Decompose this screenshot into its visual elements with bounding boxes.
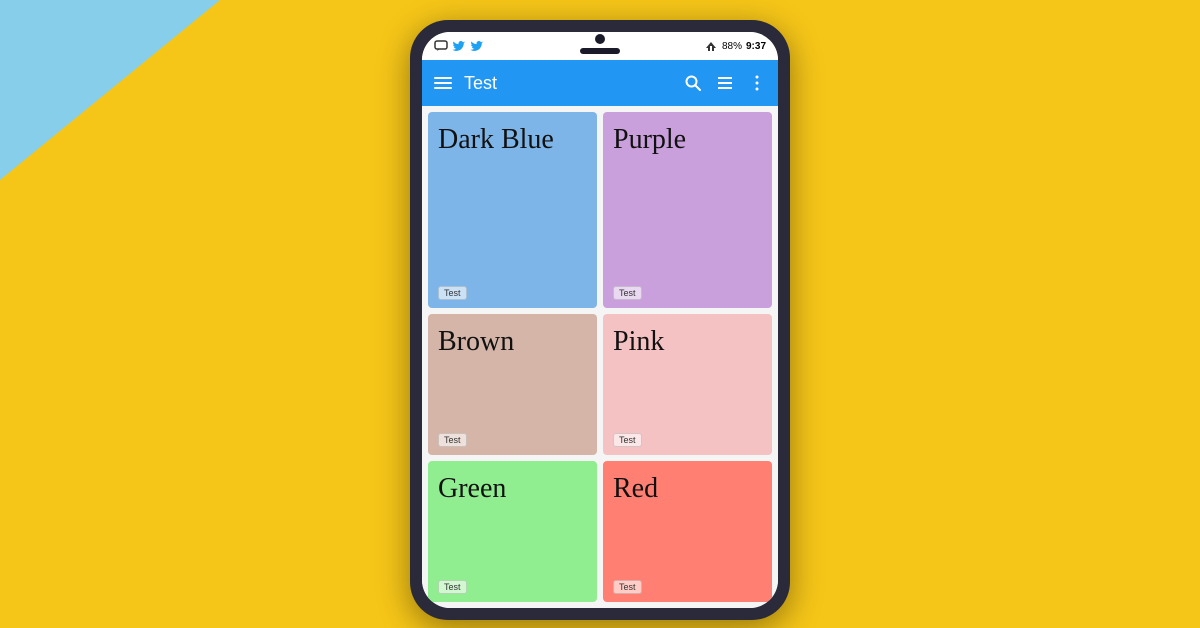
card-red-title: Red bbox=[613, 473, 762, 505]
card-dark-blue-title: Dark Blue bbox=[438, 124, 587, 156]
status-right-icons: 88% 9:37 bbox=[704, 40, 766, 52]
phone-screen: 88% 9:37 Test bbox=[422, 32, 778, 608]
card-purple-badge: Test bbox=[613, 286, 642, 300]
more-icon[interactable] bbox=[748, 74, 766, 92]
card-pink-title: Pink bbox=[613, 326, 762, 358]
app-bar: Test bbox=[422, 60, 778, 106]
card-brown-title: Brown bbox=[438, 326, 587, 358]
chat-icon bbox=[434, 40, 448, 52]
card-green[interactable]: Green Test bbox=[428, 461, 597, 602]
card-purple[interactable]: Purple Test bbox=[603, 112, 772, 308]
card-brown-badge: Test bbox=[438, 433, 467, 447]
phone-device: 88% 9:37 Test bbox=[410, 20, 790, 620]
card-green-badge: Test bbox=[438, 580, 467, 594]
grid-icon[interactable] bbox=[716, 74, 734, 92]
speaker-slot bbox=[580, 48, 620, 54]
card-pink-badge: Test bbox=[613, 433, 642, 447]
battery-text: 88% bbox=[722, 41, 742, 52]
background-triangle bbox=[0, 0, 220, 180]
card-brown[interactable]: Brown Test bbox=[428, 314, 597, 455]
card-dark-blue[interactable]: Dark Blue Test bbox=[428, 112, 597, 308]
menu-icon[interactable] bbox=[434, 77, 452, 89]
phone-top-sensors bbox=[580, 34, 620, 54]
app-bar-right bbox=[684, 74, 766, 92]
card-purple-title: Purple bbox=[613, 124, 762, 156]
search-icon[interactable] bbox=[684, 74, 702, 92]
signal-icon bbox=[704, 40, 718, 52]
app-bar-left: Test bbox=[434, 73, 497, 94]
twitter-icon-2 bbox=[470, 40, 484, 52]
card-pink[interactable]: Pink Test bbox=[603, 314, 772, 455]
card-dark-blue-badge: Test bbox=[438, 286, 467, 300]
status-left-icons bbox=[434, 40, 484, 52]
color-grid: Dark Blue Test Purple Test Brown Test Pi… bbox=[422, 106, 778, 608]
card-red[interactable]: Red Test bbox=[603, 461, 772, 602]
app-title: Test bbox=[464, 73, 497, 94]
card-green-title: Green bbox=[438, 473, 587, 505]
time-text: 9:37 bbox=[746, 41, 766, 52]
twitter-icon-1 bbox=[452, 40, 466, 52]
card-red-badge: Test bbox=[613, 580, 642, 594]
phone-body: 88% 9:37 Test bbox=[410, 20, 790, 620]
camera-dot bbox=[595, 34, 605, 44]
